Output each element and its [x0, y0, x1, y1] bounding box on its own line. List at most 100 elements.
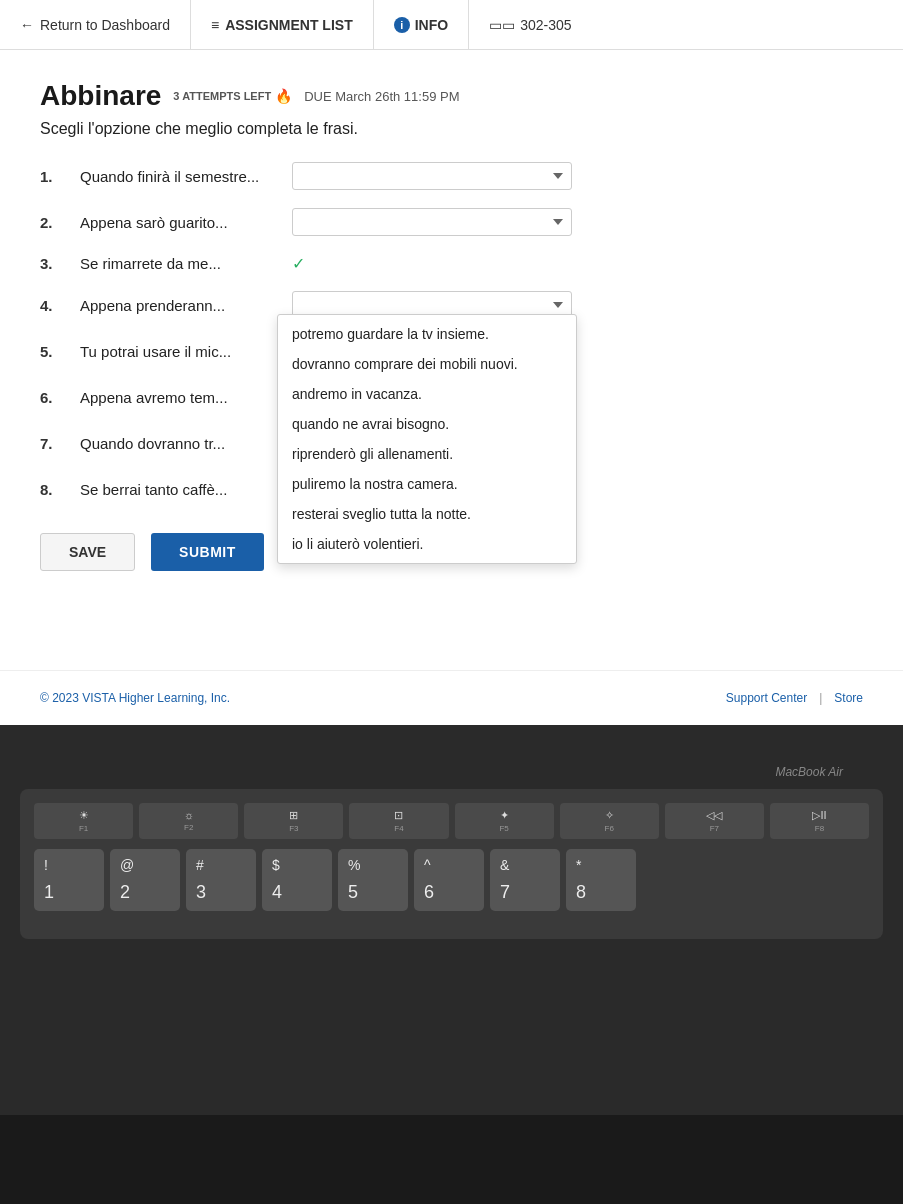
key-bottom-num: 3	[196, 882, 206, 903]
pages-button[interactable]: ▭▭ 302-305	[469, 0, 591, 49]
footer-copyright: © 2023 VISTA Higher Learning, Inc.	[40, 691, 230, 705]
key-1[interactable]: ! 1	[34, 849, 104, 911]
attempts-label: 3 ATTEMPTS LEFT	[173, 90, 271, 102]
fn-row: ☀ F1 ☼ F2 ⊞ F3 ⊡ F4 ✦ F5 ✧ F6	[34, 803, 869, 839]
question-text: Quando dovranno tr...	[80, 435, 280, 452]
fn-key-f7[interactable]: ◁◁ F7	[665, 803, 764, 839]
fn-key-f8[interactable]: ▷II F8	[770, 803, 869, 839]
key-8[interactable]: * 8	[566, 849, 636, 911]
fn-key-f5[interactable]: ✦ F5	[455, 803, 554, 839]
question-number: 5.	[40, 343, 68, 360]
f7-label: F7	[710, 824, 719, 833]
dropdown-item[interactable]: io li aiuterò volentieri.	[278, 529, 576, 559]
checkmark-icon: ✓	[292, 254, 305, 273]
flame-icon: 🔥	[275, 88, 292, 104]
key-7[interactable]: & 7	[490, 849, 560, 911]
f8-label: F8	[815, 824, 824, 833]
store-link[interactable]: Store	[834, 691, 863, 705]
key-bottom-num: 7	[500, 882, 510, 903]
number-row: ! 1 @ 2 # 3 $ 4 % 5 ^ 6	[34, 849, 869, 911]
question-text: Appena avremo tem...	[80, 389, 280, 406]
question-row: 2. Appena sarò guarito...	[40, 208, 863, 236]
fn-key-f2[interactable]: ☼ F2	[139, 803, 238, 839]
fn-key-f6[interactable]: ✧ F6	[560, 803, 659, 839]
assignment-list-label: ASSIGNMENT LIST	[225, 17, 353, 33]
key-bottom-num: 1	[44, 882, 54, 903]
key-top-symbol: *	[576, 857, 581, 873]
dropdown-item[interactable]: potremo guardare la tv insieme.	[278, 319, 576, 349]
key-bottom-num: 5	[348, 882, 358, 903]
key-5[interactable]: % 5	[338, 849, 408, 911]
key-6[interactable]: ^ 6	[414, 849, 484, 911]
launchpad-icon: ⊡	[394, 809, 403, 822]
key-top-symbol: !	[44, 857, 48, 873]
question-1-select[interactable]	[292, 162, 572, 190]
question-text: Quando finirà il semestre...	[80, 168, 280, 185]
key-4[interactable]: $ 4	[262, 849, 332, 911]
return-label: Return to Dashboard	[40, 17, 170, 33]
f3-label: F3	[289, 824, 298, 833]
fn-key-f4[interactable]: ⊡ F4	[349, 803, 448, 839]
support-center-link[interactable]: Support Center	[726, 691, 807, 705]
brightness-high-icon: ☼	[184, 809, 194, 821]
dropdown-item[interactable]: quando ne avrai bisogno.	[278, 409, 576, 439]
brightness-low-icon: ☀	[79, 809, 89, 822]
assignment-title: Abbinare	[40, 80, 161, 112]
key-bottom-num: 2	[120, 882, 130, 903]
mission-control-icon: ⊞	[289, 809, 298, 822]
question-list: 1. Quando finirà il semestre... 2. Appen…	[40, 162, 863, 503]
key-bottom-num: 4	[272, 882, 282, 903]
list-icon: ≡	[211, 17, 219, 33]
question-text: Se berrai tanto caffè...	[80, 481, 280, 498]
info-icon: i	[394, 17, 410, 33]
question-text: Appena sarò guarito...	[80, 214, 280, 231]
assignment-list-button[interactable]: ≡ ASSIGNMENT LIST	[191, 0, 374, 49]
dropdown-item[interactable]: puliremo la nostra camera.	[278, 469, 576, 499]
question-row: 1. Quando finirà il semestre...	[40, 162, 863, 190]
question-number: 6.	[40, 389, 68, 406]
dropdown-item[interactable]: resterai sveglio tutta la notte.	[278, 499, 576, 529]
key-top-symbol: #	[196, 857, 204, 873]
question-2-select[interactable]	[292, 208, 572, 236]
dropdown-item[interactable]: andremo in vacanza.	[278, 379, 576, 409]
question-number: 3.	[40, 255, 68, 272]
save-button[interactable]: SAVE	[40, 533, 135, 571]
key-bottom-num: 8	[576, 882, 586, 903]
f5-label: F5	[499, 824, 508, 833]
pages-label: 302-305	[520, 17, 571, 33]
key-top-symbol: %	[348, 857, 360, 873]
return-to-dashboard-button[interactable]: ← Return to Dashboard	[10, 0, 191, 49]
f1-label: F1	[79, 824, 88, 833]
question-text: Appena prenderann...	[80, 297, 280, 314]
f4-label: F4	[394, 824, 403, 833]
key-top-symbol: @	[120, 857, 134, 873]
fn-key-f1[interactable]: ☀ F1	[34, 803, 133, 839]
keyboard-backlight-down-icon: ✦	[500, 809, 509, 822]
copyright-text: © 2023	[40, 691, 82, 705]
submit-button[interactable]: SUBMIT	[151, 533, 264, 571]
key-top-symbol: ^	[424, 857, 431, 873]
dropdown-popup: potremo guardare la tv insieme. dovranno…	[277, 314, 577, 564]
main-content: Abbinare 3 ATTEMPTS LEFT 🔥 DUE March 26t…	[0, 50, 903, 670]
question-number: 2.	[40, 214, 68, 231]
dropdown-item[interactable]: dovranno comprare dei mobili nuovi.	[278, 349, 576, 379]
question-text: Se rimarrete da me...	[80, 255, 280, 272]
fn-key-f3[interactable]: ⊞ F3	[244, 803, 343, 839]
question-text: Tu potrai usare il mic...	[80, 343, 280, 360]
due-text: DUE March 26th 11:59 PM	[304, 89, 459, 104]
f6-label: F6	[605, 824, 614, 833]
footer-divider: |	[819, 691, 822, 705]
question-row: 3. Se rimarrete da me... ✓ potremo guard…	[40, 254, 863, 273]
keyboard-backlight-up-icon: ✧	[605, 809, 614, 822]
key-top-symbol: $	[272, 857, 280, 873]
pages-icon: ▭▭	[489, 17, 515, 33]
page-footer: © 2023 VISTA Higher Learning, Inc. Suppo…	[0, 670, 903, 725]
copyright-suffix: , Inc.	[204, 691, 230, 705]
key-2[interactable]: @ 2	[110, 849, 180, 911]
info-label: INFO	[415, 17, 448, 33]
key-bottom-num: 6	[424, 882, 434, 903]
top-navigation: ← Return to Dashboard ≡ ASSIGNMENT LIST …	[0, 0, 903, 50]
info-button[interactable]: i INFO	[374, 0, 469, 49]
key-3[interactable]: # 3	[186, 849, 256, 911]
dropdown-item[interactable]: riprenderò gli allenamenti.	[278, 439, 576, 469]
